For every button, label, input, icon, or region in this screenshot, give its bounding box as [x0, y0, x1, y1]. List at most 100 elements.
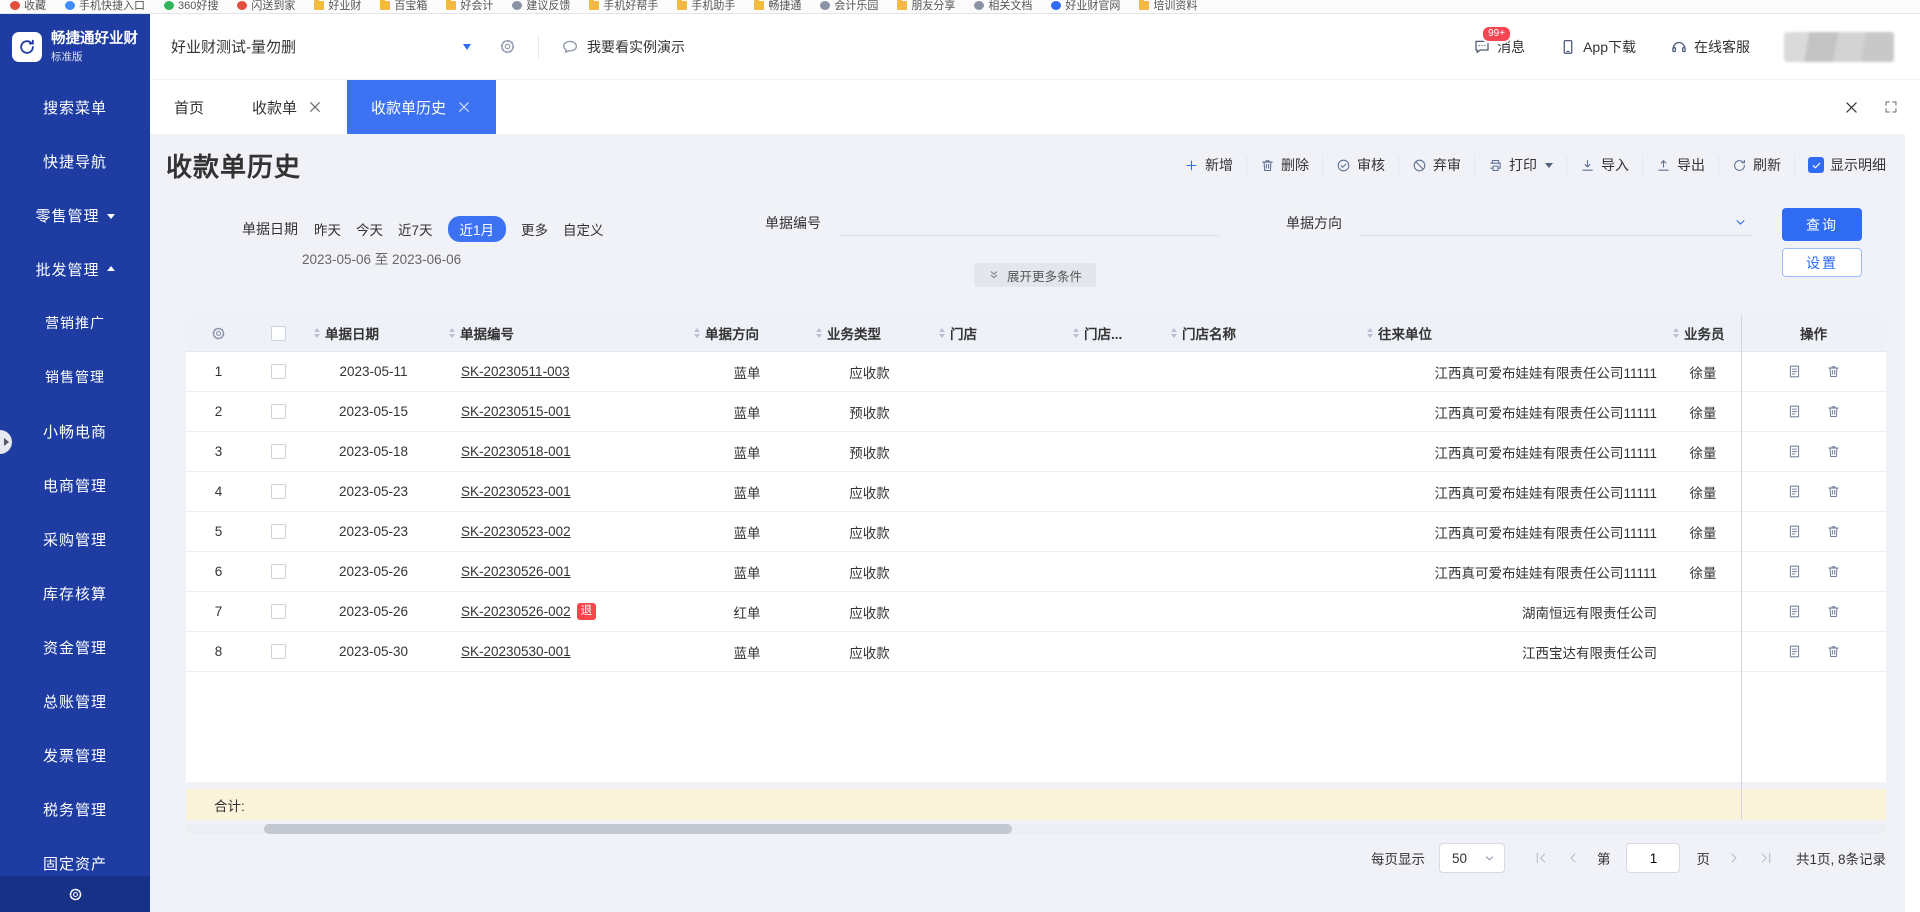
page-size-select[interactable]: 50 [1438, 843, 1505, 873]
row-checkbox[interactable] [271, 524, 286, 539]
column-settings-gear-icon[interactable] [186, 326, 251, 341]
tab-close-icon[interactable] [456, 99, 472, 115]
unaudit-button[interactable]: 弃审 [1399, 156, 1475, 174]
bookmark-item[interactable]: 百宝箱 [380, 0, 427, 13]
prev-page-icon[interactable] [1565, 850, 1581, 866]
close-all-tabs-icon[interactable] [1843, 99, 1860, 116]
sidebar-menu-item[interactable]: 电商管理 [0, 458, 150, 512]
col-header-store[interactable]: 门店 [931, 323, 1065, 343]
doc-no-link[interactable]: SK-20230515-001 [461, 404, 571, 419]
bookmark-item[interactable]: 朋友分享 [897, 0, 955, 13]
date-filter-pill[interactable]: 近1月 [447, 216, 507, 242]
date-filter-pill[interactable]: 近7天 [398, 219, 433, 239]
row-checkbox[interactable] [271, 564, 286, 579]
col-header-biz-type[interactable]: 业务类型 [808, 323, 931, 343]
bookmark-item[interactable]: 手机好帮手 [589, 0, 658, 13]
row-checkbox[interactable] [271, 404, 286, 419]
table-row[interactable]: 4 2023-05-23 SK-20230523-001 蓝单 应收款 江西真可… [186, 472, 1886, 512]
export-button[interactable]: 导出 [1643, 156, 1719, 174]
sidebar-menu-item[interactable]: 搜索菜单 [0, 80, 150, 134]
bookmark-item[interactable]: 会计乐园 [820, 0, 878, 13]
trash-icon[interactable] [1826, 364, 1841, 379]
page-tab[interactable]: 收款单历史 [347, 80, 497, 134]
date-filter-pill[interactable]: 更多 [521, 219, 548, 239]
col-header-store2[interactable]: 门店... [1065, 323, 1163, 343]
row-checkbox[interactable] [271, 484, 286, 499]
refresh-button[interactable]: 刷新 [1719, 156, 1795, 174]
trash-icon[interactable] [1826, 644, 1841, 659]
table-row[interactable]: 6 2023-05-26 SK-20230526-001 蓝单 应收款 江西真可… [186, 552, 1886, 592]
bookmark-item[interactable]: 相关文档 [974, 0, 1032, 13]
voucher-icon[interactable] [1787, 404, 1802, 419]
sidebar-menu-item[interactable]: 销售管理 [0, 350, 150, 404]
col-header-salesman[interactable]: 业务员 [1665, 323, 1741, 343]
settings-button[interactable]: 设置 [1782, 248, 1862, 277]
trash-icon[interactable] [1826, 564, 1841, 579]
doc-no-link[interactable]: SK-20230530-001 [461, 644, 571, 659]
sidebar-menu-item[interactable]: 批发管理 [0, 242, 150, 296]
col-header-customer[interactable]: 往来单位 [1359, 323, 1665, 343]
add-button[interactable]: 新增 [1171, 156, 1247, 174]
row-checkbox[interactable] [271, 644, 286, 659]
horizontal-scrollbar[interactable] [186, 824, 1886, 834]
expand-more-button[interactable]: 展开更多条件 [973, 263, 1097, 287]
voucher-icon[interactable] [1787, 484, 1802, 499]
row-checkbox[interactable] [271, 604, 286, 619]
page-tab[interactable]: 收款单 [228, 80, 347, 134]
import-button[interactable]: 导入 [1567, 156, 1643, 174]
doc-no-link[interactable]: SK-20230511-003 [461, 364, 570, 379]
doc-no-link[interactable]: SK-20230526-002 [461, 604, 571, 619]
row-checkbox[interactable] [271, 444, 286, 459]
bookmark-item[interactable]: 手机助手 [677, 0, 735, 13]
col-header-doc-no[interactable]: 单据编号 [441, 323, 686, 343]
user-name-redacted[interactable] [1784, 31, 1894, 62]
first-page-icon[interactable] [1533, 850, 1549, 866]
date-filter-pill[interactable]: 今天 [356, 219, 383, 239]
sidebar-menu-item[interactable]: 营销推广 [0, 296, 150, 350]
page-number-input[interactable] [1626, 843, 1681, 873]
trash-icon[interactable] [1826, 524, 1841, 539]
bookmark-item[interactable]: 建议反馈 [512, 0, 570, 13]
voucher-icon[interactable] [1787, 564, 1802, 579]
sidebar-menu-item[interactable]: 总账管理 [0, 674, 150, 728]
query-button[interactable]: 查询 [1782, 208, 1862, 241]
sidebar-menu-item[interactable]: 采购管理 [0, 512, 150, 566]
bookmark-item[interactable]: 360好搜 [164, 0, 218, 13]
header-settings-gear-icon[interactable] [499, 38, 516, 55]
bookmark-item[interactable]: 好会计 [446, 0, 493, 13]
table-row[interactable]: 7 2023-05-26 SK-20230526-002 退 红单 应收款 湖南… [186, 592, 1886, 632]
table-row[interactable]: 5 2023-05-23 SK-20230523-002 蓝单 应收款 江西真可… [186, 512, 1886, 552]
trash-icon[interactable] [1826, 404, 1841, 419]
sidebar-menu-item[interactable]: 零售管理 [0, 188, 150, 242]
audit-button[interactable]: 审核 [1323, 156, 1399, 174]
bookmark-item[interactable]: 收藏 [10, 0, 46, 13]
scrollbar-thumb[interactable] [264, 824, 1012, 834]
sidebar-menu-item[interactable]: 库存核算 [0, 566, 150, 620]
voucher-icon[interactable] [1787, 524, 1802, 539]
col-header-store-name[interactable]: 门店名称 [1163, 323, 1359, 343]
bookmark-item[interactable]: 培训资料 [1139, 0, 1197, 13]
account-select[interactable]: 好业财测试-量勿删 [171, 36, 471, 57]
page-tab[interactable]: 首页 [150, 80, 228, 134]
doc-no-input[interactable] [839, 210, 1219, 235]
sidebar-menu-item[interactable]: 小畅电商 [0, 404, 150, 458]
direction-select[interactable] [1360, 210, 1752, 236]
row-checkbox[interactable] [271, 364, 286, 379]
sidebar-menu-item[interactable]: 快捷导航 [0, 134, 150, 188]
date-filter-pill[interactable]: 昨天 [314, 219, 341, 239]
show-detail-togg[interactable]: 显示明细 [1795, 156, 1886, 174]
fullscreen-icon[interactable] [1884, 100, 1898, 114]
sidebar-menu-item[interactable]: 税务管理 [0, 782, 150, 836]
doc-no-link[interactable]: SK-20230523-002 [461, 524, 571, 539]
date-filter-pill[interactable]: 自定义 [563, 219, 604, 239]
trash-icon[interactable] [1826, 604, 1841, 619]
table-row[interactable]: 2 2023-05-15 SK-20230515-001 蓝单 预收款 江西真可… [186, 392, 1886, 432]
demo-link[interactable]: 我要看实例演示 [561, 37, 685, 57]
bookmark-item[interactable]: 好业财 [314, 0, 361, 13]
doc-no-link[interactable]: SK-20230523-001 [461, 484, 571, 499]
voucher-icon[interactable] [1787, 444, 1802, 459]
col-header-date[interactable]: 单据日期 [306, 323, 441, 343]
voucher-icon[interactable] [1787, 364, 1802, 379]
trash-icon[interactable] [1826, 484, 1841, 499]
sidebar-menu-item[interactable]: 发票管理 [0, 728, 150, 782]
